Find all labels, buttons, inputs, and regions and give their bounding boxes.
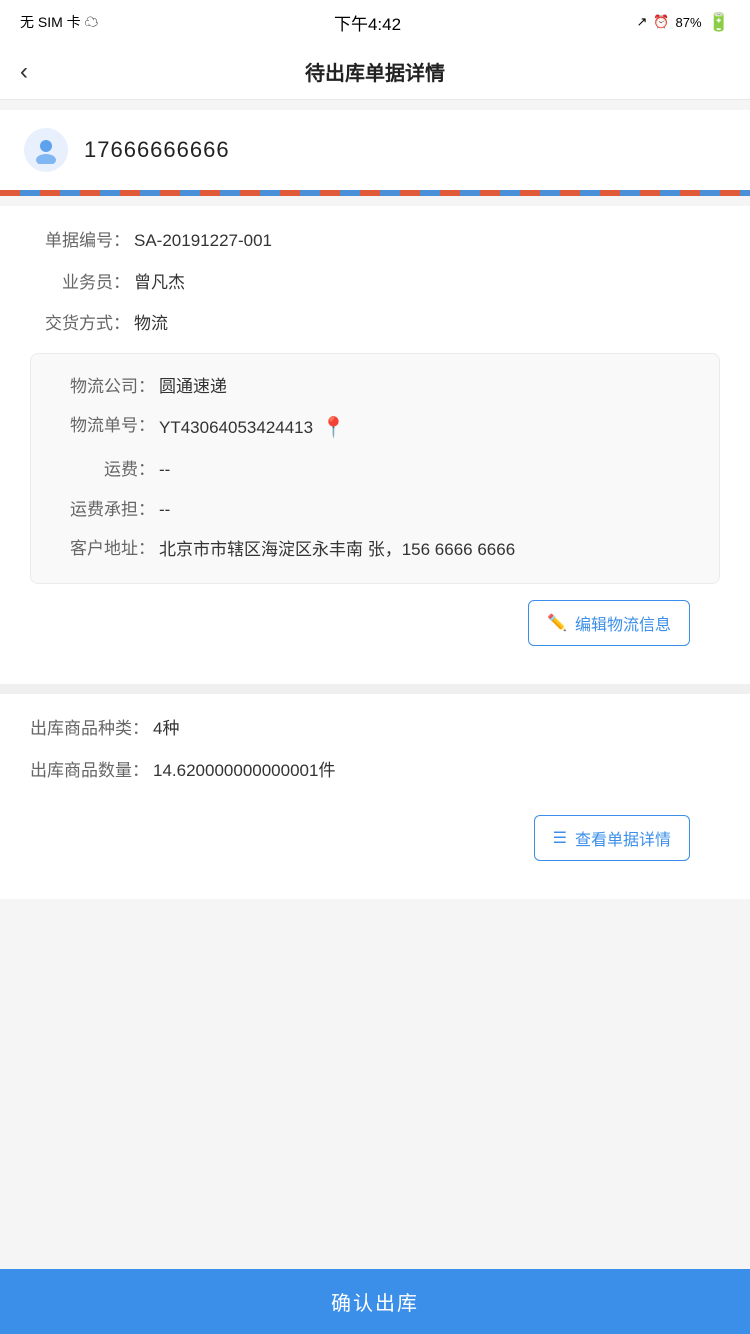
status-time: 下午4:42 bbox=[334, 10, 401, 35]
view-detail-label: 查看单据详情 bbox=[575, 826, 671, 850]
sales-rep-row: 业务员： 曾凡杰 bbox=[30, 270, 720, 296]
section-divider bbox=[0, 684, 750, 694]
logistics-tracking-value: YT43064053424413 📍 bbox=[159, 413, 695, 443]
battery-icon: 🔋 bbox=[708, 12, 730, 33]
delivery-method-label: 交货方式： bbox=[30, 311, 130, 337]
goods-type-value: 4种 bbox=[153, 716, 720, 742]
goods-section: 出库商品种类： 4种 出库商品数量： 14.620000000000001件 ☰… bbox=[0, 694, 750, 899]
user-header: 17666666666 bbox=[0, 110, 750, 190]
goods-quantity-label: 出库商品数量： bbox=[30, 758, 149, 784]
spacer bbox=[0, 899, 750, 1099]
logistics-company-value: 圆通速递 bbox=[159, 374, 695, 400]
freight-row: 运费： -- bbox=[55, 457, 695, 483]
status-right: ↗ ⏰ 87% 🔋 bbox=[636, 12, 730, 33]
freight-responsible-row: 运费承担： -- bbox=[55, 497, 695, 523]
goods-type-row: 出库商品种类： 4种 bbox=[30, 716, 720, 742]
delivery-method-row: 交货方式： 物流 bbox=[30, 311, 720, 337]
document-number-label: 单据编号： bbox=[30, 228, 130, 254]
nav-bar: ‹ 待出库单据详情 bbox=[0, 44, 750, 100]
sim-status: 无 SIM 卡 ☁ bbox=[20, 12, 99, 32]
sales-rep-label: 业务员： bbox=[30, 270, 130, 296]
edit-logistics-label: 编辑物流信息 bbox=[575, 611, 671, 635]
user-phone: 17666666666 bbox=[84, 137, 230, 163]
logistics-company-label: 物流公司： bbox=[55, 374, 155, 400]
edit-icon: ✏️ bbox=[547, 613, 567, 633]
document-number-value: SA-20191227-001 bbox=[134, 228, 720, 254]
address-label: 客户地址： bbox=[55, 536, 155, 562]
dashed-divider bbox=[0, 190, 750, 196]
freight-label: 运费： bbox=[55, 457, 155, 483]
address-value: 北京市市辖区海淀区永丰南 张，156 6666 6666 bbox=[159, 536, 695, 563]
freight-value: -- bbox=[159, 457, 695, 483]
edit-logistics-button[interactable]: ✏️ 编辑物流信息 bbox=[528, 600, 690, 646]
logistics-card: 物流公司： 圆通速递 物流单号： YT43064053424413 📍 运费： … bbox=[30, 353, 720, 585]
back-button[interactable]: ‹ bbox=[20, 50, 36, 94]
confirm-button-label: 确认出库 bbox=[331, 1293, 419, 1315]
page-title: 待出库单据详情 bbox=[305, 57, 445, 86]
status-left: 无 SIM 卡 ☁ bbox=[20, 12, 99, 32]
user-avatar-icon bbox=[32, 136, 60, 164]
goods-quantity-value: 14.620000000000001件 bbox=[153, 758, 720, 784]
freight-responsible-label: 运费承担： bbox=[55, 497, 155, 523]
logistics-tracking-label: 物流单号： bbox=[55, 413, 155, 439]
confirm-button-area[interactable]: 确认出库 bbox=[0, 1269, 750, 1334]
battery-level: 87% bbox=[676, 15, 702, 30]
alarm-icon: ⏰ bbox=[653, 14, 669, 30]
view-detail-button[interactable]: ☰ 查看单据详情 bbox=[534, 815, 690, 861]
logistics-company-row: 物流公司： 圆通速递 bbox=[55, 374, 695, 400]
delivery-method-value: 物流 bbox=[134, 311, 720, 337]
address-row: 客户地址： 北京市市辖区海淀区永丰南 张，156 6666 6666 bbox=[55, 536, 695, 563]
view-detail-area: ☰ 查看单据详情 bbox=[30, 799, 720, 877]
location-status-icon: ↗ bbox=[636, 14, 647, 30]
status-bar: 无 SIM 卡 ☁ 下午4:42 ↗ ⏰ 87% 🔋 bbox=[0, 0, 750, 44]
sales-rep-value: 曾凡杰 bbox=[134, 270, 720, 296]
avatar bbox=[24, 128, 68, 172]
edit-logistics-area: ✏️ 编辑物流信息 bbox=[30, 584, 720, 662]
goods-type-label: 出库商品种类： bbox=[30, 716, 149, 742]
document-number-row: 单据编号： SA-20191227-001 bbox=[30, 228, 720, 254]
freight-responsible-value: -- bbox=[159, 497, 695, 523]
goods-quantity-row: 出库商品数量： 14.620000000000001件 bbox=[30, 758, 720, 784]
tracking-location-icon[interactable]: 📍 bbox=[321, 413, 346, 443]
list-icon: ☰ bbox=[553, 828, 567, 848]
logistics-tracking-row: 物流单号： YT43064053424413 📍 bbox=[55, 413, 695, 443]
document-info-section: 单据编号： SA-20191227-001 业务员： 曾凡杰 交货方式： 物流 … bbox=[0, 206, 750, 684]
